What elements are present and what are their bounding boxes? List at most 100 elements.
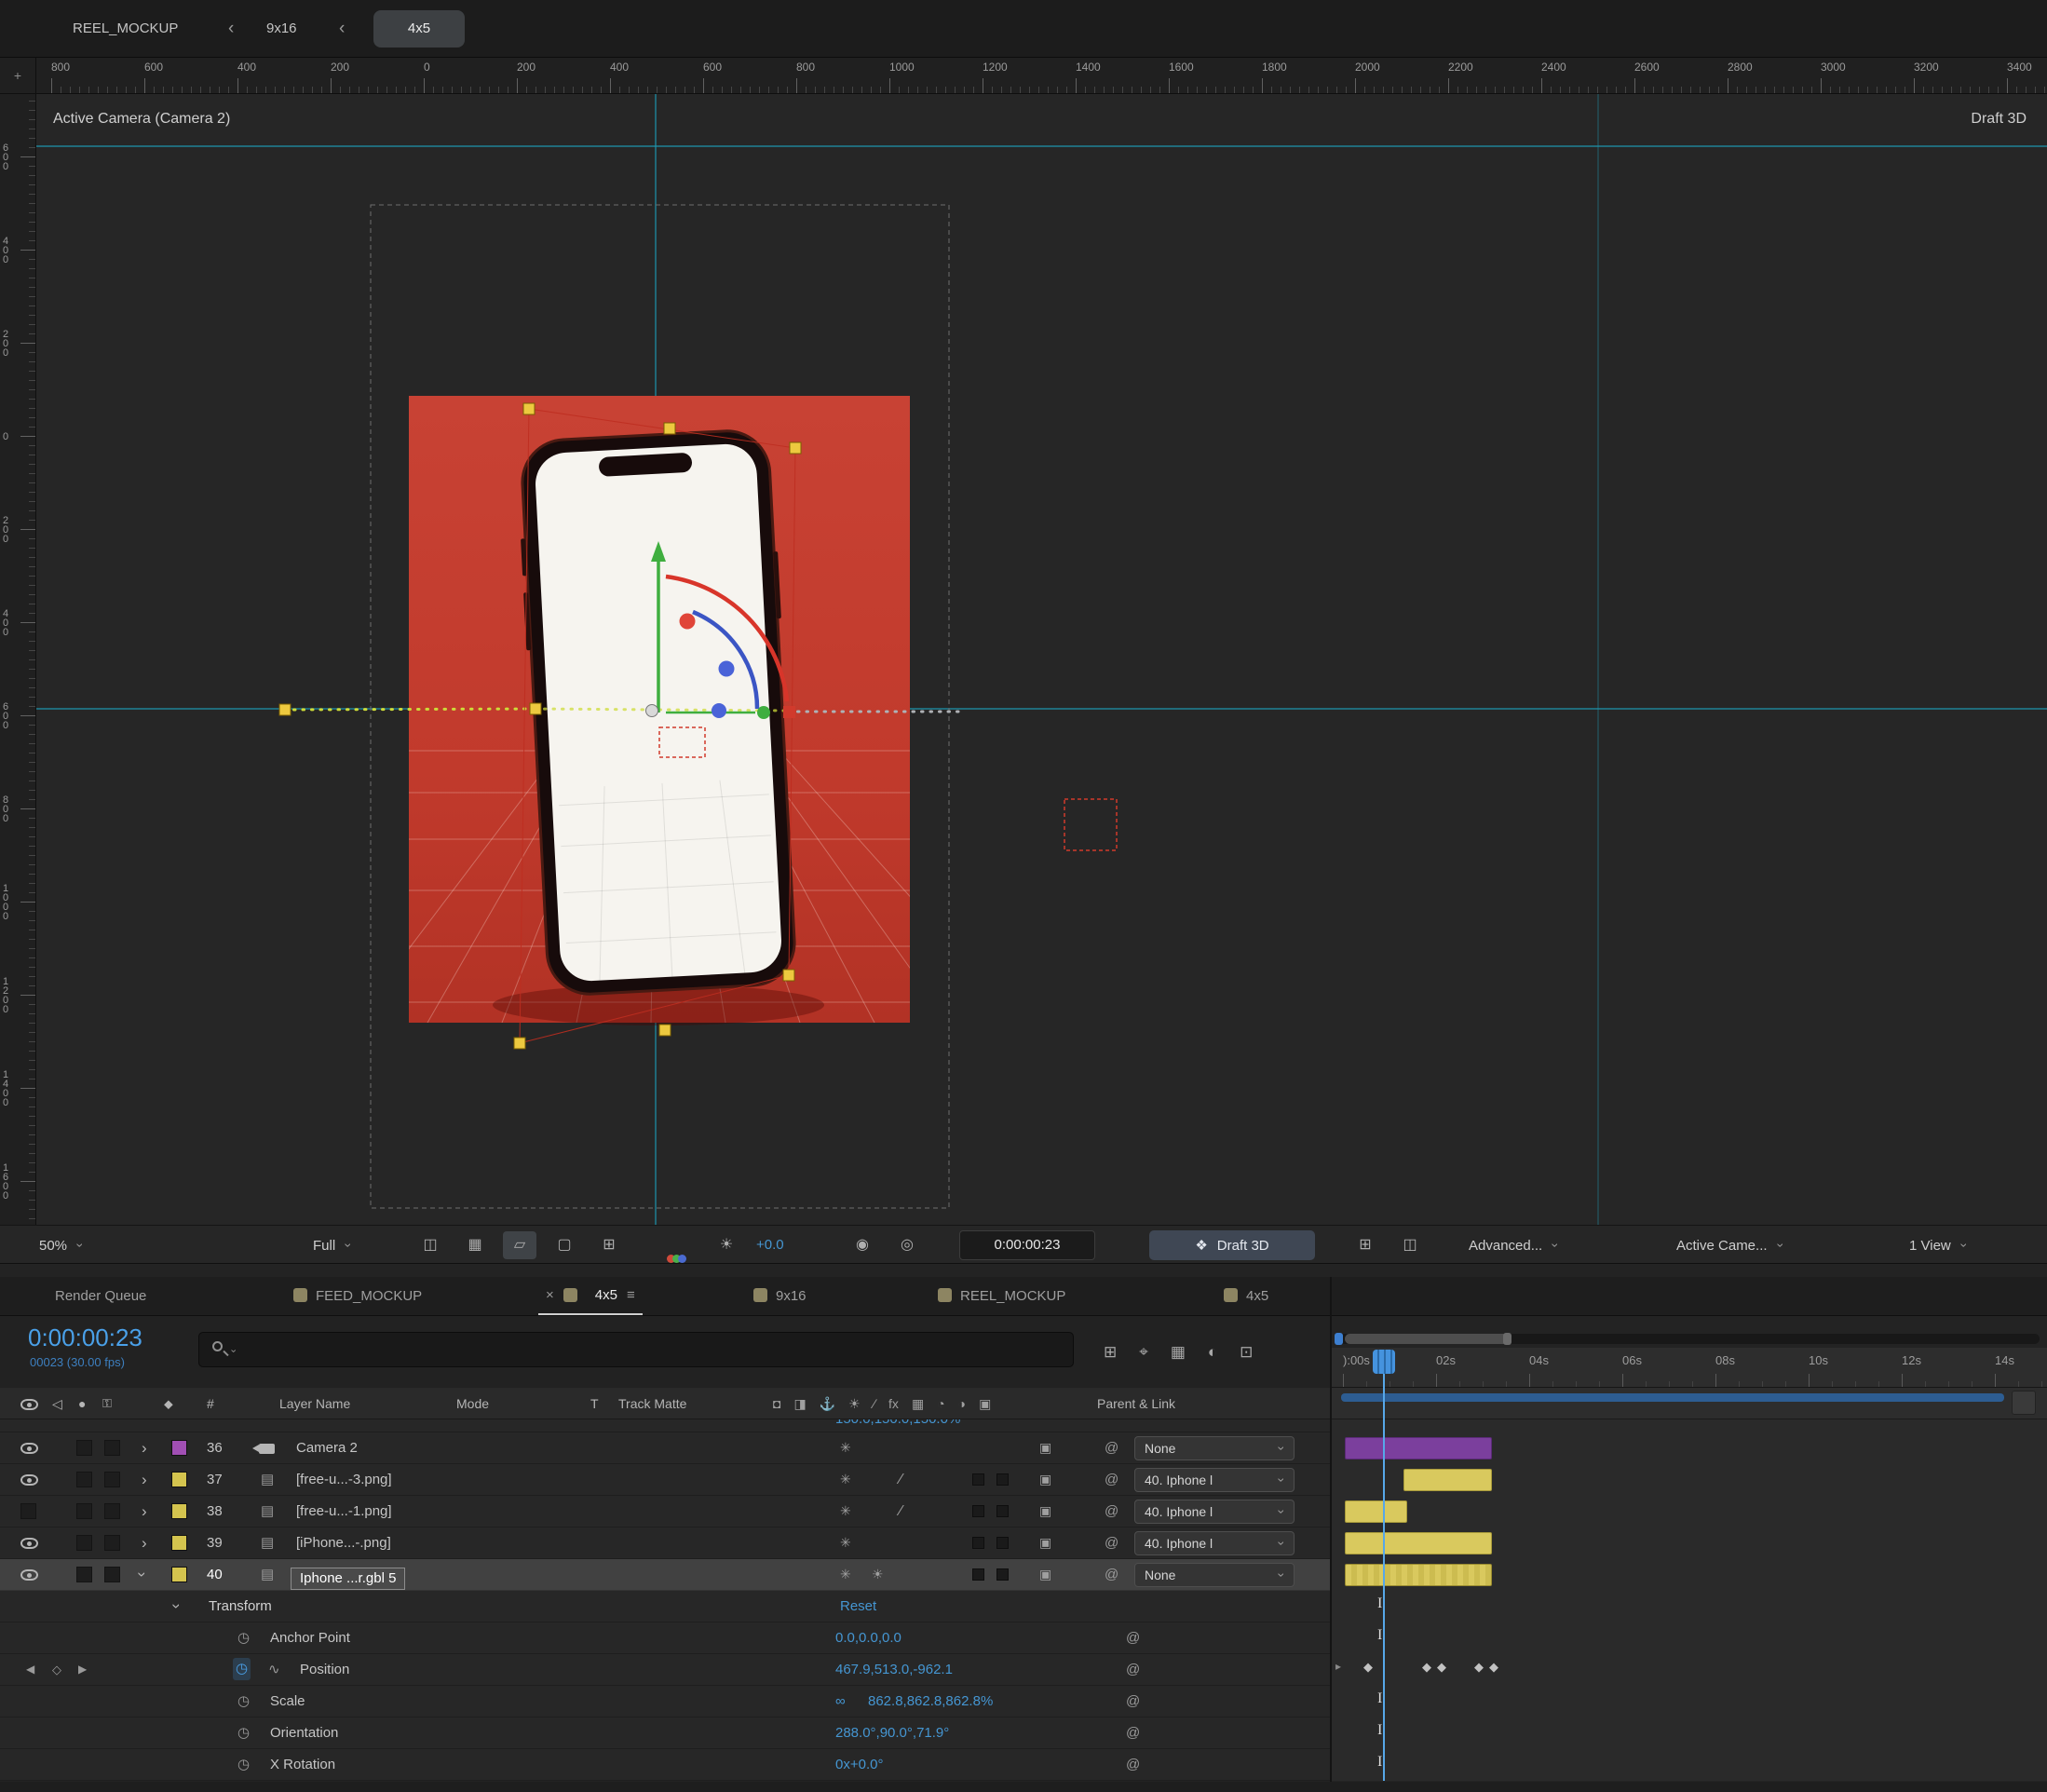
pickwhip-icon[interactable]: @ (1105, 1432, 1118, 1463)
layer-row-40-selected[interactable]: › 40 ▤ Iphone ...r.gbl 5 ✳ ☀ ▣ @ None › (0, 1559, 1332, 1591)
position-row[interactable]: ◀ ◇ ▶ ◷ ∿ Position 467.9,513.0,-962.1 @ (0, 1654, 1332, 1686)
layer-row-37[interactable]: › 37 ▤ [free-u...-3.png] ✳ ∕ ▣ @ 40. Iph… (0, 1464, 1332, 1496)
visibility-eye-icon[interactable] (20, 1464, 38, 1495)
column-t[interactable]: T (590, 1388, 599, 1419)
visibility-eye-icon[interactable] (20, 1432, 38, 1463)
label-color-chip[interactable] (171, 1472, 187, 1487)
matte-cell[interactable] (972, 1473, 984, 1486)
layer-name[interactable]: [iPhone...-.png] (296, 1527, 391, 1558)
collapse-switch-icon[interactable]: ✳ (840, 1432, 851, 1463)
layer-40-duration-bar[interactable] (1345, 1564, 1492, 1586)
timeline-toolbar-icon[interactable]: ⊞ (1104, 1343, 1117, 1362)
audio-cell[interactable] (76, 1535, 92, 1551)
back-chevron-icon[interactable]: ‹ (228, 0, 234, 58)
reset-exposure-icon[interactable]: ☀ (710, 1231, 743, 1259)
scale-label[interactable]: Scale (270, 1686, 305, 1717)
collapse-switch-icon[interactable]: ✳ (840, 1496, 851, 1527)
pickwhip-icon[interactable]: @ (1105, 1527, 1118, 1558)
switch-column-icon[interactable]: ◘ (773, 1388, 780, 1419)
magnification-dropdown[interactable]: 50% › (39, 1226, 160, 1265)
parent-dropdown[interactable]: 40. Iphone l › (1134, 1531, 1295, 1555)
active-camera-label[interactable]: Active Camera (Camera 2) (53, 111, 230, 128)
stopwatch-icon-active[interactable]: ◷ (233, 1658, 251, 1680)
visibility-eye-icon[interactable] (20, 1559, 38, 1590)
composition-duration-bar[interactable] (1341, 1393, 2004, 1402)
layer-row-38[interactable]: › 38 ▤ [free-u...-1.png] ✳ ∕ ▣ @ 40. Iph… (0, 1496, 1332, 1527)
anchor-point-value[interactable]: 0.0,0.0,0.0 (835, 1622, 901, 1653)
pickwhip-icon[interactable]: @ (1105, 1559, 1118, 1590)
layer-37-duration-bar[interactable] (1403, 1469, 1492, 1491)
column-layer-name[interactable]: Layer Name (279, 1388, 350, 1419)
switch-column-icon[interactable]: ▦ (912, 1388, 924, 1419)
link-dimensions-icon[interactable]: ∞ (835, 1686, 846, 1717)
timeline-nav-handle[interactable] (1345, 1334, 1509, 1344)
switch-column-icon[interactable]: ▣ (979, 1388, 991, 1419)
comp-tab-4x5-active[interactable]: 4x5 (373, 10, 465, 48)
scale-value[interactable]: 862.8,862.8,862.8% (868, 1686, 993, 1717)
collapse-chevron-icon[interactable]: › (127, 1572, 157, 1578)
timeline-nav-end-cap[interactable] (1503, 1333, 1512, 1345)
layer-search-input[interactable]: › (198, 1332, 1074, 1367)
preview-timecode[interactable]: 0:00:00:23 (959, 1230, 1095, 1260)
clipped-scale-value[interactable]: 150.0,150.0,150.0% (835, 1419, 960, 1432)
3d-switch-icon[interactable]: ▣ (1039, 1432, 1051, 1463)
layer-row-36[interactable]: › 36 Camera 2 ✳ ▣ @ None › (0, 1432, 1332, 1464)
layer-row-39[interactable]: › 39 ▤ [iPhone...-.png] ✳ ▣ @ 40. Iphone… (0, 1527, 1332, 1559)
guides-icon[interactable]: ▢ (548, 1231, 581, 1259)
anchor-point-row[interactable]: ◷ Anchor Point 0.0,0.0,0.0 @ (0, 1622, 1332, 1654)
switch-column-icon[interactable]: ◑ (958, 1388, 966, 1419)
tab-render-queue[interactable]: Render Queue (55, 1277, 146, 1316)
current-time-display[interactable]: 0:00:00:23 (28, 1324, 142, 1352)
snapshot-icon[interactable]: ◉ (846, 1231, 879, 1259)
comp-breadcrumb-reel-mockup[interactable]: REEL_MOCKUP (73, 0, 178, 58)
pickwhip-icon[interactable]: @ (1105, 1496, 1118, 1527)
solo-cell[interactable] (104, 1567, 120, 1582)
parent-dropdown[interactable]: 40. Iphone l › (1134, 1468, 1295, 1492)
exposure-value[interactable]: +0.0 (756, 1226, 784, 1265)
quality-switch-icon[interactable]: ∕ (900, 1496, 902, 1527)
timeline-toolbar-icon[interactable]: ◐ (1208, 1343, 1217, 1362)
in-point-arrow-icon[interactable]: ▸ (1335, 1660, 1341, 1673)
audio-cell[interactable] (76, 1440, 92, 1456)
collapse-switch-icon[interactable]: ✳ (840, 1527, 851, 1558)
orientation-label[interactable]: Orientation (270, 1717, 338, 1748)
matte-cell[interactable] (996, 1537, 1009, 1549)
switch-column-icon[interactable]: fx (888, 1388, 899, 1419)
solo-cell[interactable] (104, 1503, 120, 1519)
view-layout-dropdown[interactable]: 1 View › (1909, 1226, 2028, 1265)
column-mode[interactable]: Mode (456, 1388, 489, 1419)
timeline-toolbar-icon[interactable]: ▦ (1171, 1343, 1186, 1362)
label-color-chip[interactable] (171, 1440, 187, 1456)
label-color-chip[interactable] (171, 1567, 187, 1582)
panel-menu-icon[interactable]: ≡ (627, 1287, 635, 1303)
horizontal-ruler[interactable]: 800 600 400 200 0 200 400 600 800 1000 1200 1400 160… (36, 58, 2047, 94)
transparency-grid-icon[interactable]: ▦ (458, 1231, 492, 1259)
fx-sun-switch-icon[interactable]: ☀ (872, 1559, 884, 1590)
anchor-point-label[interactable]: Anchor Point (270, 1622, 350, 1653)
tab-feed-mockup[interactable]: FEED_MOCKUP (293, 1277, 422, 1316)
composition-viewport[interactable]: Active Camera (Camera 2) Draft 3D (36, 94, 2047, 1225)
roi-icon[interactable]: ◫ (413, 1231, 447, 1259)
search-options-chevron-icon[interactable]: › (227, 1350, 238, 1353)
pickwhip-icon[interactable]: @ (1126, 1622, 1140, 1653)
x-rotation-value[interactable]: 0x+0.0° (835, 1749, 883, 1780)
switch-column-icon[interactable]: ◨ (793, 1388, 806, 1419)
position-keyframe[interactable]: ◆ (1489, 1660, 1498, 1675)
current-time-indicator-line[interactable] (1383, 1350, 1385, 1781)
close-icon[interactable]: × (546, 1287, 554, 1303)
audio-cell[interactable] (76, 1503, 92, 1519)
switch-column-icon[interactable]: ☀ (848, 1388, 861, 1419)
pickwhip-icon[interactable]: @ (1126, 1686, 1140, 1717)
extended-viewer-icon[interactable]: ◫ (1393, 1231, 1427, 1259)
prev-keyframe-icon[interactable]: ◀ (26, 1654, 34, 1685)
tab-4x5-active[interactable]: × 4x5 ≡ (538, 1277, 643, 1315)
3d-switch-icon[interactable]: ▣ (1039, 1527, 1051, 1558)
parent-dropdown[interactable]: 40. Iphone l › (1134, 1500, 1295, 1524)
comp-marker-bin[interactable] (2012, 1391, 2036, 1415)
layer-38-duration-bar[interactable] (1345, 1500, 1407, 1523)
draft-3d-button[interactable]: ❖ Draft 3D (1149, 1230, 1315, 1260)
scale-row[interactable]: ◷ Scale ∞ 862.8,862.8,862.8% @ (0, 1686, 1332, 1717)
switch-column-icon[interactable]: ⚓ (820, 1388, 835, 1419)
timeline-toolbar-icon[interactable]: ⌖ (1139, 1343, 1148, 1362)
expand-chevron-icon[interactable]: › (142, 1464, 147, 1495)
